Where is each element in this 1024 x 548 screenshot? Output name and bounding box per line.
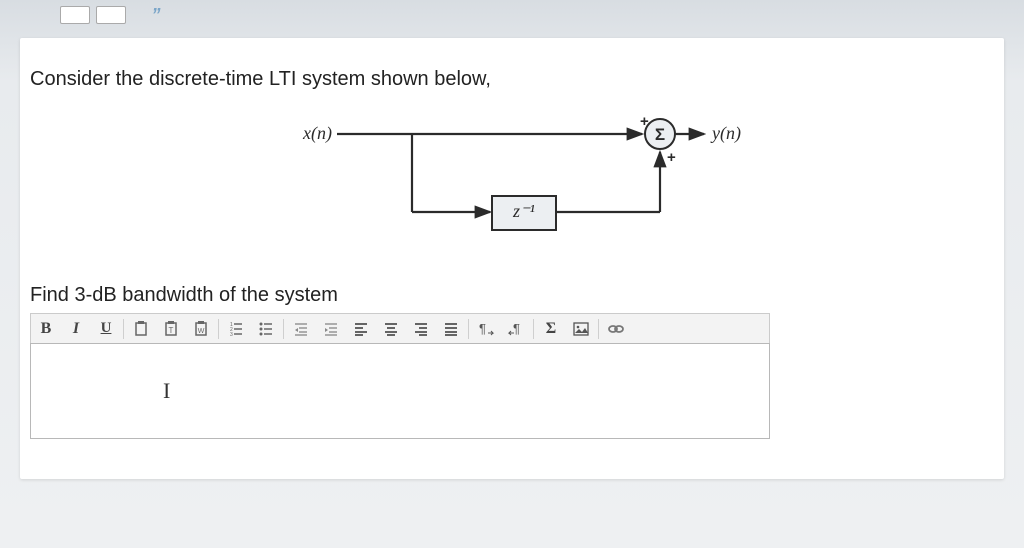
top-control-box-1[interactable]: [60, 6, 90, 24]
align-left-icon[interactable]: [346, 315, 376, 343]
diagram-output-label: y(n): [710, 123, 741, 144]
align-right-icon[interactable]: [406, 315, 436, 343]
ltr-icon[interactable]: ¶: [471, 315, 501, 343]
underline-button[interactable]: U: [91, 315, 121, 343]
svg-text:W: W: [198, 328, 205, 335]
ordered-list-icon[interactable]: 123: [221, 315, 251, 343]
svg-text:¶: ¶: [479, 321, 486, 336]
toolbar-separator: [283, 319, 284, 339]
unordered-list-icon[interactable]: [251, 315, 281, 343]
toolbar-separator: [218, 319, 219, 339]
system-diagram: x(n) z⁻¹ Σ + + y(n): [30, 109, 994, 279]
answer-content: I: [163, 378, 170, 404]
paste-icon[interactable]: [126, 315, 156, 343]
question-intro-text: Consider the discrete-time LTI system sh…: [30, 68, 994, 91]
toolbar-separator: [598, 319, 599, 339]
svg-text:¶: ¶: [513, 321, 520, 336]
question-prompt-text: Find 3-dB bandwidth of the system: [30, 284, 994, 307]
rich-text-toolbar: B I U T W 123: [30, 313, 770, 343]
paste-word-icon[interactable]: W: [186, 315, 216, 343]
toolbar-separator: [468, 319, 469, 339]
outdent-icon[interactable]: [286, 315, 316, 343]
image-icon[interactable]: [566, 315, 596, 343]
bold-button[interactable]: B: [31, 315, 61, 343]
diagram-plus-bottom: +: [667, 149, 676, 166]
svg-text:T: T: [169, 326, 174, 335]
link-icon[interactable]: [601, 315, 631, 343]
paste-text-icon[interactable]: T: [156, 315, 186, 343]
diagram-plus-top: +: [640, 114, 649, 130]
diagram-input-label: x(n): [302, 123, 332, 144]
top-controls-row: ”: [0, 0, 1024, 28]
toolbar-separator: [123, 319, 124, 339]
svg-text:3: 3: [230, 332, 233, 337]
quote-icon[interactable]: ”: [142, 4, 170, 26]
align-center-icon[interactable]: [376, 315, 406, 343]
diagram-sum-label: Σ: [655, 125, 665, 144]
align-justify-icon[interactable]: [436, 315, 466, 343]
equation-button[interactable]: Σ: [536, 315, 566, 343]
italic-button[interactable]: I: [61, 315, 91, 343]
top-control-box-2[interactable]: [96, 6, 126, 24]
lti-system-svg: x(n) z⁻¹ Σ + + y(n): [272, 114, 752, 254]
toolbar-separator: [533, 319, 534, 339]
answer-textarea[interactable]: I: [30, 343, 770, 439]
indent-icon[interactable]: [316, 315, 346, 343]
diagram-block-label: z⁻¹: [512, 201, 535, 221]
rtl-icon[interactable]: ¶: [501, 315, 531, 343]
question-card: Consider the discrete-time LTI system sh…: [20, 38, 1004, 479]
